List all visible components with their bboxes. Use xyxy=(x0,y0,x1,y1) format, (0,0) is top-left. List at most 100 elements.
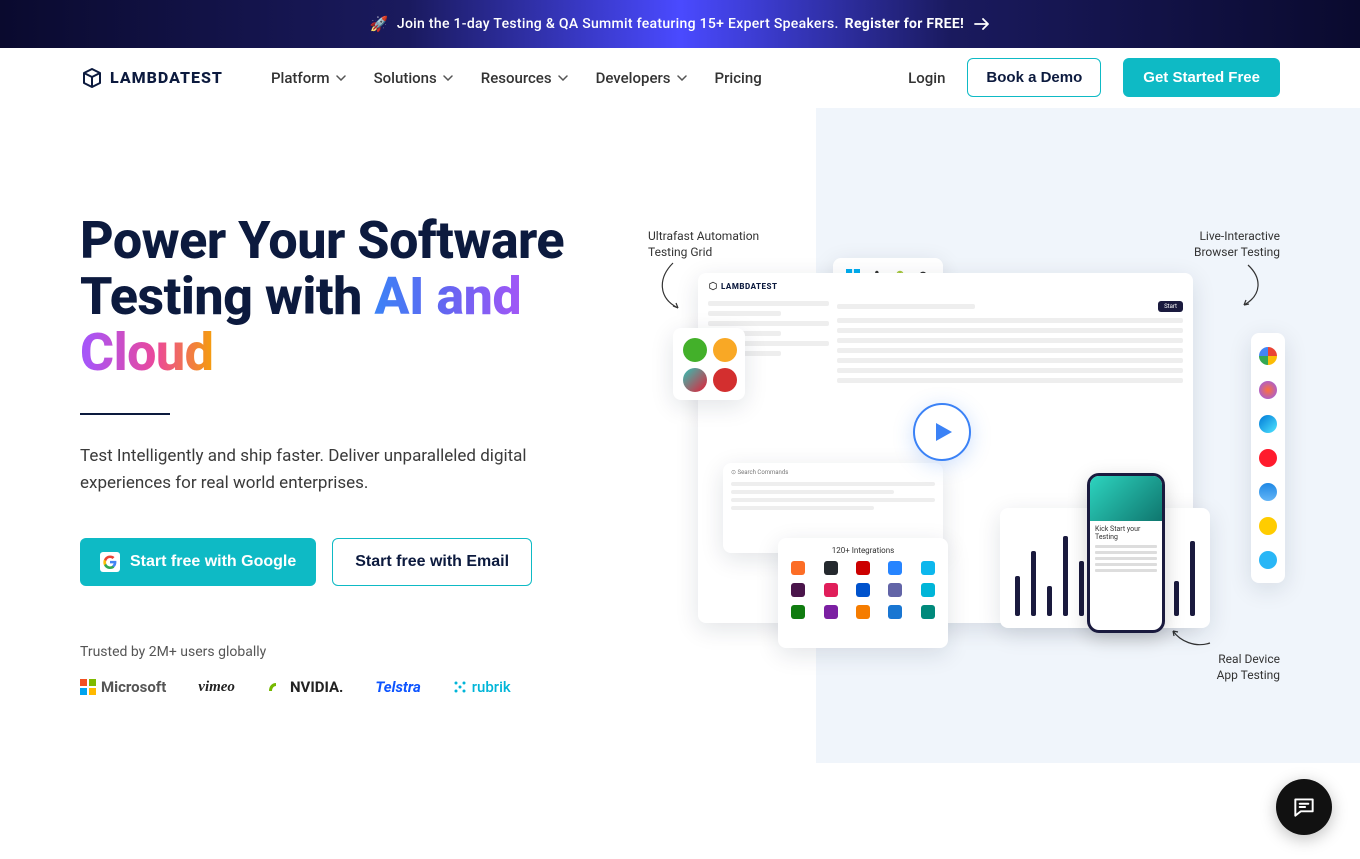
nav-label: Resources xyxy=(481,69,552,87)
caption-line: Real Device xyxy=(1218,652,1280,666)
announcement-bar[interactable]: 🚀 Join the 1-day Testing & QA Summit fea… xyxy=(0,0,1360,48)
nav-label: Pricing xyxy=(715,69,762,87)
nav-menu: Platform Solutions Resources Developers … xyxy=(271,69,762,87)
phone-text: Kick Start your Testing xyxy=(1090,521,1162,545)
integration-icon xyxy=(856,561,870,575)
analytics-bar xyxy=(1047,586,1052,616)
hero-left: Power Your Software Testing with AI and … xyxy=(80,108,608,763)
announcement-cta[interactable]: Register for FREE! xyxy=(845,16,964,32)
google-icon xyxy=(100,552,120,572)
ie-icon xyxy=(1259,551,1277,569)
browser-icons-panel xyxy=(1251,333,1285,583)
caption-line: Live-Interactive xyxy=(1199,229,1280,243)
nav-item-solutions[interactable]: Solutions xyxy=(374,69,453,87)
start-google-button[interactable]: Start free with Google xyxy=(80,538,316,586)
integration-icon xyxy=(791,583,805,597)
integration-icon xyxy=(888,561,902,575)
cta-row: Start free with Google Start free with E… xyxy=(80,538,608,586)
yandex-icon xyxy=(1259,517,1277,535)
caption-automation: Ultrafast Automation Testing Grid xyxy=(648,228,759,260)
integration-icon xyxy=(921,583,935,597)
logo-label: NVIDIA. xyxy=(290,678,343,696)
caption-line: App Testing xyxy=(1217,668,1280,682)
phone-mockup: Kick Start your Testing xyxy=(1087,473,1165,633)
rocket-icon: 🚀 xyxy=(370,15,389,33)
integration-icon xyxy=(791,561,805,575)
nav-label: Developers xyxy=(596,69,671,87)
nav-right: Login Book a Demo Get Started Free xyxy=(908,58,1280,97)
hero-illustration: Ultrafast Automation Testing Grid Live-I… xyxy=(608,228,1280,708)
integration-icon xyxy=(856,605,870,619)
logo-mark-icon xyxy=(80,66,104,90)
logo-vimeo: vimeo xyxy=(198,679,235,696)
analytics-bar xyxy=(1174,581,1179,616)
nvidia-icon xyxy=(267,681,285,693)
analytics-bar xyxy=(1063,536,1068,616)
play-icon xyxy=(934,421,954,443)
logo-microsoft: Microsoft xyxy=(80,678,166,696)
selenium-icon xyxy=(683,338,707,362)
rubrik-icon xyxy=(453,680,467,694)
logo-label: rubrik xyxy=(472,678,511,696)
logo-rubrik: rubrik xyxy=(453,678,511,696)
nav-item-resources[interactable]: Resources xyxy=(481,69,568,87)
mock-start-tag: Start xyxy=(1158,301,1183,312)
login-link[interactable]: Login xyxy=(908,69,945,87)
firefox-icon xyxy=(1259,381,1277,399)
brand-name: LAMBDATEST xyxy=(110,68,223,87)
arrow-right-icon xyxy=(974,18,990,30)
caption-line: Ultrafast Automation xyxy=(648,229,759,243)
curve-arrow-icon xyxy=(653,258,693,318)
integration-icon xyxy=(791,605,805,619)
book-demo-button[interactable]: Book a Demo xyxy=(967,58,1101,97)
opera-icon xyxy=(1259,449,1277,467)
start-google-label: Start free with Google xyxy=(130,553,296,571)
brand-logo[interactable]: LAMBDATEST xyxy=(80,66,223,90)
integration-icon xyxy=(856,583,870,597)
logo-label: Microsoft xyxy=(101,678,166,696)
logo-nvidia: NVIDIA. xyxy=(267,678,343,696)
edge-icon xyxy=(1259,415,1277,433)
integration-icon xyxy=(921,561,935,575)
phone-screen xyxy=(1090,476,1162,521)
playwright-icon xyxy=(683,368,707,392)
get-started-button[interactable]: Get Started Free xyxy=(1123,58,1280,97)
chat-icon xyxy=(1291,794,1317,820)
automation-frameworks-panel xyxy=(673,328,745,400)
chat-widget-button[interactable] xyxy=(1276,779,1332,835)
integration-icon xyxy=(888,605,902,619)
analytics-bar xyxy=(1031,551,1036,616)
integration-icon xyxy=(824,561,838,575)
caption-live-browser: Live-Interactive Browser Testing xyxy=(1194,228,1280,260)
nav-label: Solutions xyxy=(374,69,437,87)
puppeteer-icon xyxy=(713,368,737,392)
hero-right: Ultrafast Automation Testing Grid Live-I… xyxy=(608,108,1280,763)
announcement-text: Join the 1-day Testing & QA Summit featu… xyxy=(397,16,839,32)
curve-arrow-icon xyxy=(1230,260,1270,315)
chevron-down-icon xyxy=(558,75,568,81)
hero-title: Power Your Software Testing with AI and … xyxy=(80,213,608,381)
hero-section: Power Your Software Testing with AI and … xyxy=(0,108,1360,763)
trusted-text: Trusted by 2M+ users globally xyxy=(80,644,608,660)
caption-real-device: Real Device App Testing xyxy=(1217,651,1280,683)
integration-icon xyxy=(888,583,902,597)
mock-brand: LAMBDATEST xyxy=(708,281,1183,291)
nav-item-platform[interactable]: Platform xyxy=(271,69,346,87)
nav-item-pricing[interactable]: Pricing xyxy=(715,69,762,87)
integrations-title: 120+ Integrations xyxy=(786,546,940,555)
microsoft-icon xyxy=(80,679,96,695)
analytics-bar xyxy=(1190,541,1195,616)
hero-subtitle: Test Intelligently and ship faster. Deli… xyxy=(80,443,540,496)
integration-icon xyxy=(824,605,838,619)
integration-icon xyxy=(921,605,935,619)
safari-icon xyxy=(1259,483,1277,501)
chevron-down-icon xyxy=(677,75,687,81)
logo-telstra: Telstra xyxy=(375,678,420,696)
divider xyxy=(80,413,170,415)
nav-label: Platform xyxy=(271,69,330,87)
mock-brand-label: LAMBDATEST xyxy=(721,282,777,291)
nav-item-developers[interactable]: Developers xyxy=(596,69,687,87)
main-nav: LAMBDATEST Platform Solutions Resources … xyxy=(0,48,1360,108)
play-video-button[interactable] xyxy=(913,403,971,461)
start-email-button[interactable]: Start free with Email xyxy=(332,538,532,586)
